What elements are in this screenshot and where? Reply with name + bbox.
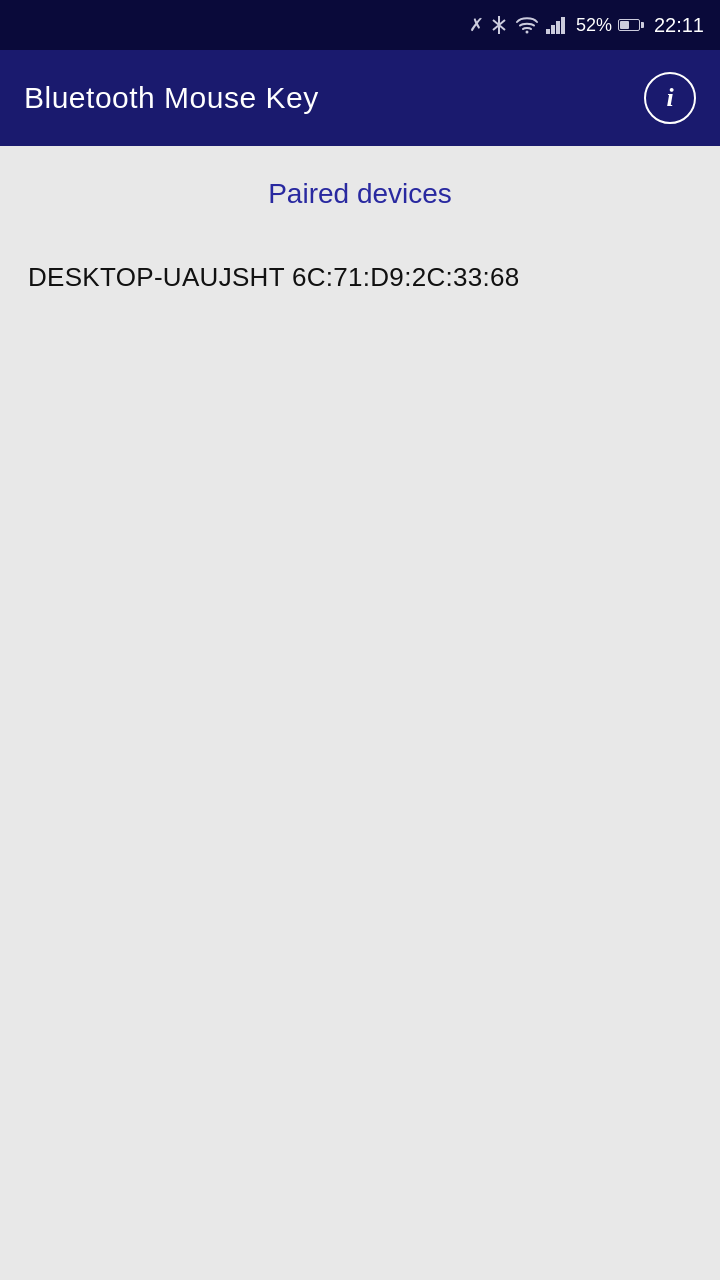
- list-item[interactable]: DESKTOP-UAUJSHT 6C:71:D9:2C:33:68: [0, 238, 720, 317]
- svg-rect-4: [561, 17, 565, 34]
- bluetooth-icon: ✗: [469, 14, 484, 36]
- battery-percent: 52%: [576, 15, 612, 36]
- svg-rect-1: [546, 29, 550, 34]
- svg-rect-2: [551, 25, 555, 34]
- status-bar: ✗ 52% 22:11: [0, 0, 720, 50]
- signal-icon: [546, 16, 568, 34]
- main-content: Paired devices DESKTOP-UAUJSHT 6C:71:D9:…: [0, 146, 720, 1280]
- battery-icon: [618, 19, 644, 31]
- status-time: 22:11: [654, 14, 704, 37]
- device-list: DESKTOP-UAUJSHT 6C:71:D9:2C:33:68: [0, 238, 720, 317]
- status-icons: ✗ 52% 22:11: [469, 14, 704, 37]
- wifi-icon: [516, 16, 538, 34]
- device-name: DESKTOP-UAUJSHT 6C:71:D9:2C:33:68: [28, 262, 520, 292]
- info-icon: i: [666, 85, 673, 111]
- svg-rect-3: [556, 21, 560, 34]
- app-title: Bluetooth Mouse Key: [24, 81, 319, 115]
- app-bar: Bluetooth Mouse Key i: [0, 50, 720, 146]
- svg-point-0: [525, 31, 528, 34]
- section-title: Paired devices: [0, 178, 720, 210]
- bluetooth-icon: [490, 15, 508, 35]
- info-button[interactable]: i: [644, 72, 696, 124]
